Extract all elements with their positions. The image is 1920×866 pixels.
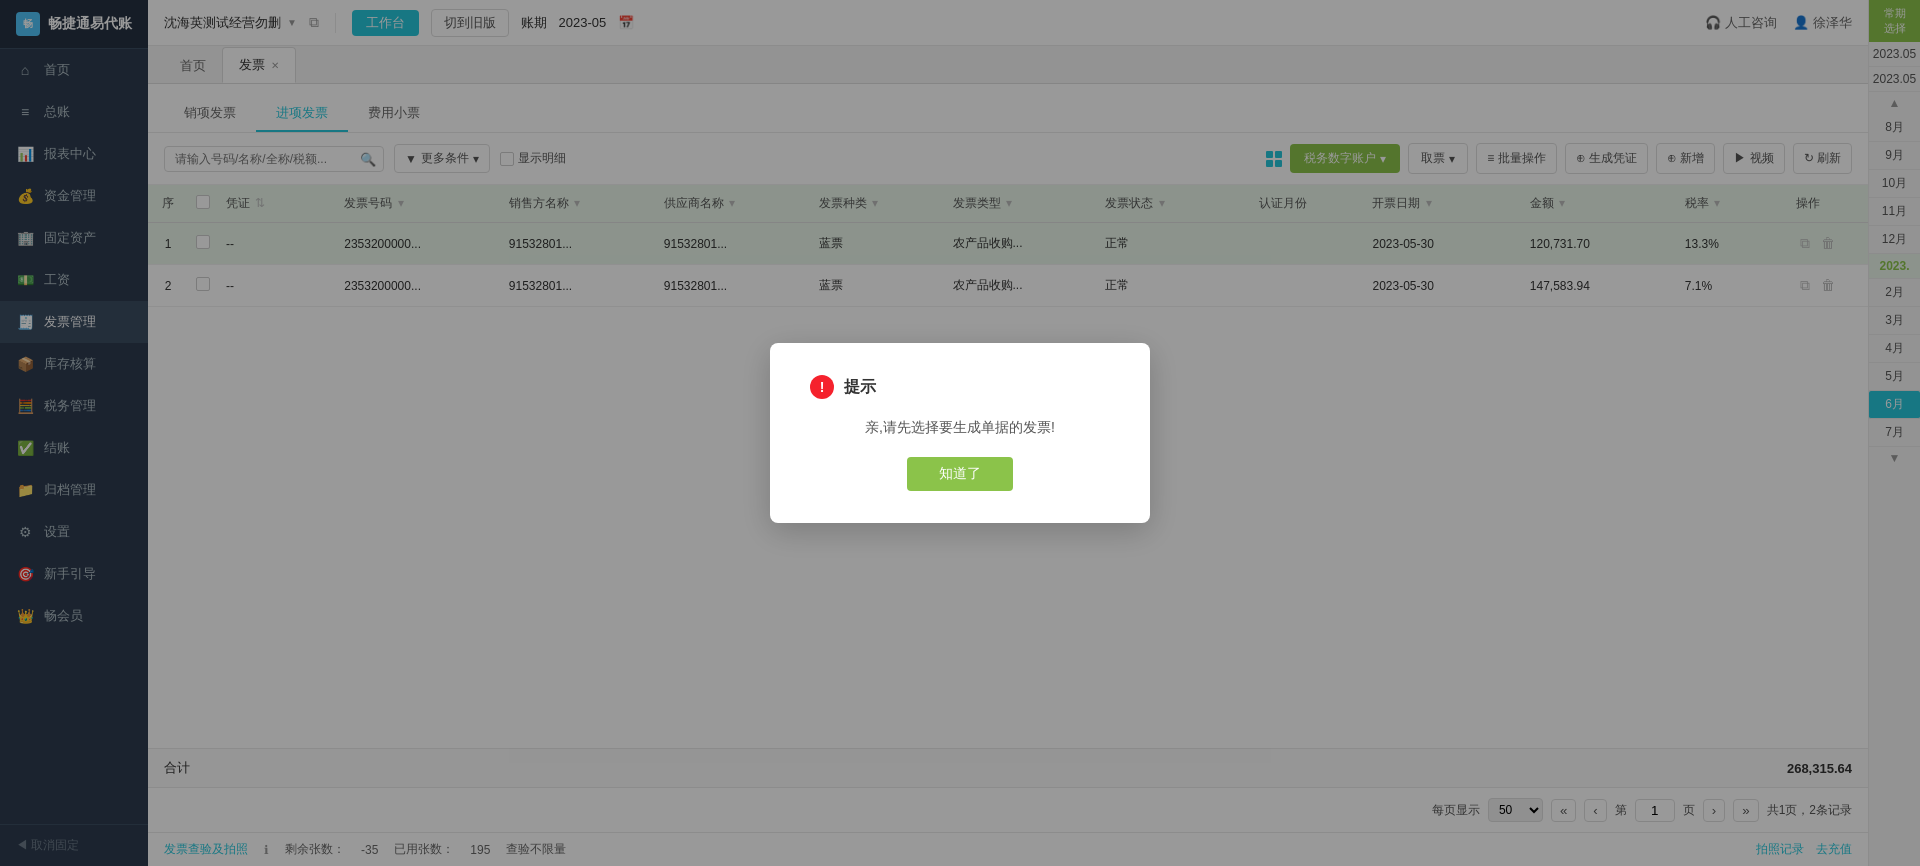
dialog-confirm-button[interactable]: 知道了 (907, 457, 1013, 491)
dialog-message: 亲,请先选择要生成单据的发票! (855, 419, 1065, 437)
dialog-title-row: ! 提示 (810, 375, 876, 399)
dialog-overlay: ! 提示 亲,请先选择要生成单据的发票! 知道了 (0, 0, 1920, 866)
dialog-title: 提示 (844, 377, 876, 398)
dialog-warn-icon: ! (810, 375, 834, 399)
alert-dialog: ! 提示 亲,请先选择要生成单据的发票! 知道了 (770, 343, 1150, 523)
